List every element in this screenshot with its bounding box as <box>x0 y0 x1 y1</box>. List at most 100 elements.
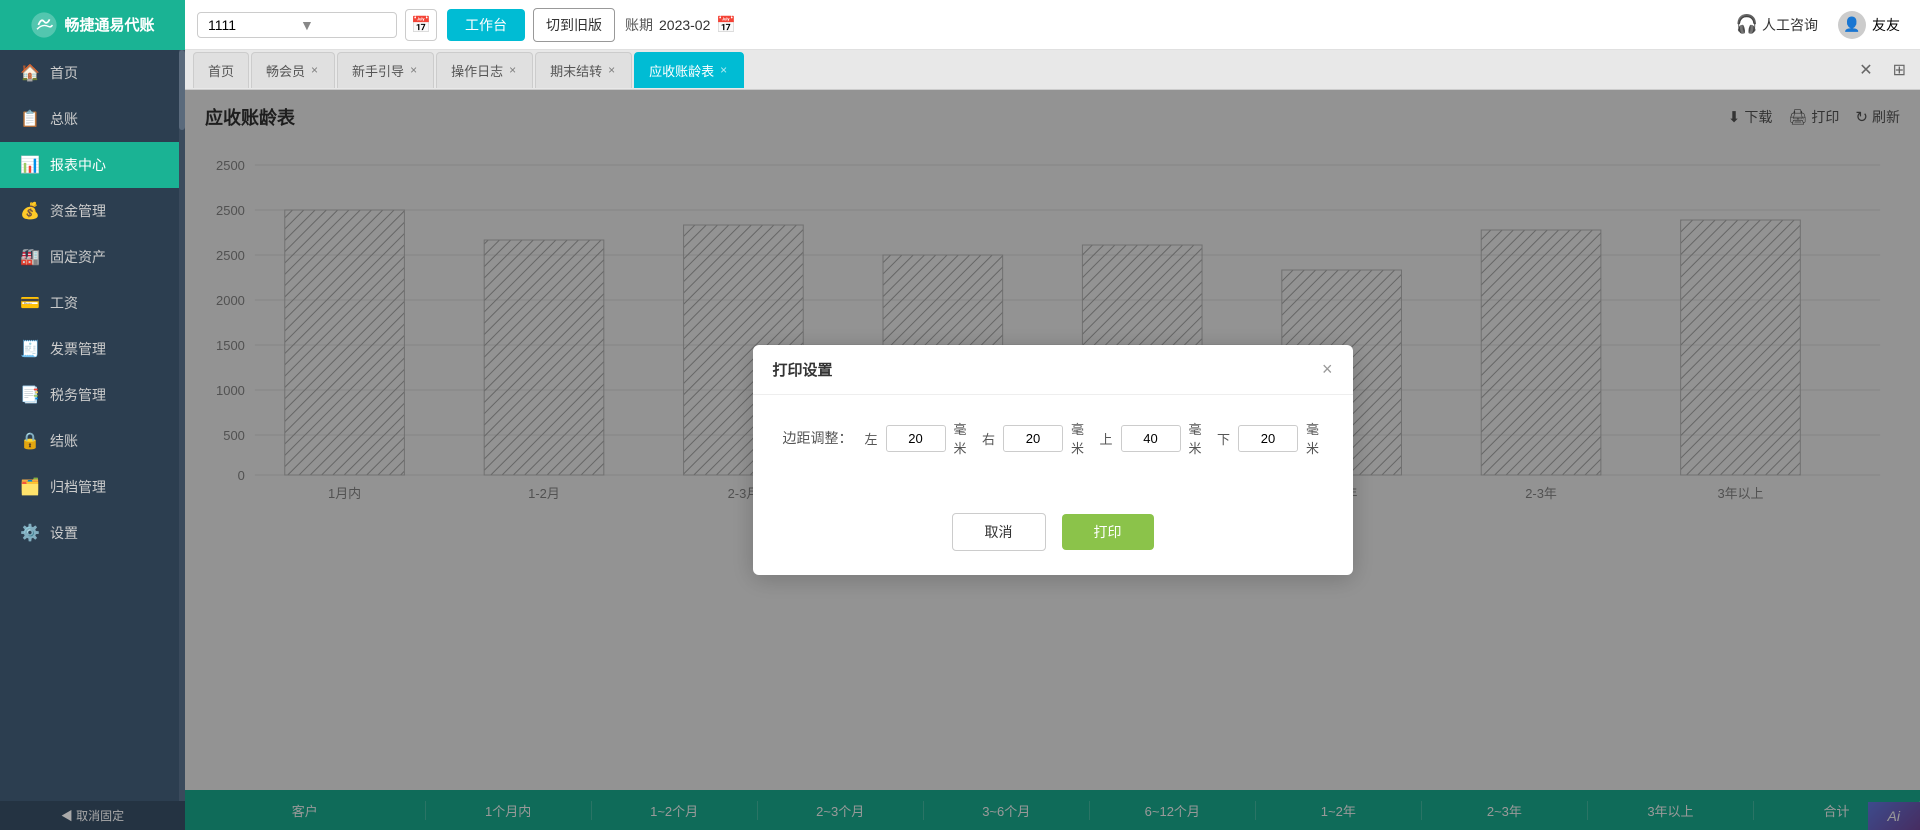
logo: 畅捷通易代账 <box>0 0 185 50</box>
sidebar-collapse-button[interactable]: ◀ 取消固定 <box>0 801 185 830</box>
tab-ar-aging-label: 应收账龄表 <box>649 61 714 80</box>
home-icon: 🏠 <box>20 63 40 83</box>
tab-bar-expand-icon[interactable]: ⊞ <box>1887 58 1912 82</box>
tab-home-label: 首页 <box>208 61 234 80</box>
tab-oplog-label: 操作日志 <box>451 61 503 80</box>
period-value: 2023-02 <box>659 17 710 33</box>
margin-label: 边距调整： <box>783 428 853 448</box>
switch-version-button[interactable]: 切到旧版 <box>533 8 615 42</box>
sidebar-item-label-payroll: 工资 <box>50 293 78 313</box>
print-dialog: 打印设置 × 边距调整： 左 毫米 <box>753 345 1353 575</box>
tab-ar-aging-close[interactable]: × <box>718 63 729 77</box>
sidebar: 🏠 首页 📋 总账 📊 报表中心 💰 资金管理 🏭 固定资产 💳 工资 <box>0 50 185 830</box>
tab-period-end[interactable]: 期末结转 × <box>535 52 632 88</box>
user-area[interactable]: 👤 友友 <box>1838 11 1900 39</box>
chevron-down-icon: ▼ <box>300 17 386 33</box>
sidebar-item-label-settings: 设置 <box>50 523 78 543</box>
funds-icon: 💰 <box>20 201 40 221</box>
top-unit: 毫米 <box>1189 419 1205 457</box>
tab-member-close[interactable]: × <box>309 63 320 77</box>
tab-bar-close-icon[interactable]: ✕ <box>1853 58 1878 82</box>
left-unit: 毫米 <box>954 419 970 457</box>
modal-body: 边距调整： 左 毫米 右 毫米 <box>753 395 1353 497</box>
margin-left-group: 左 毫米 <box>865 419 971 457</box>
sidebar-item-ledger[interactable]: 📋 总账 <box>0 96 185 142</box>
tab-oplog[interactable]: 操作日志 × <box>436 52 533 88</box>
left-margin-input[interactable] <box>886 425 946 452</box>
tab-member[interactable]: 畅会员 × <box>251 52 335 88</box>
user-label: 友友 <box>1872 15 1900 35</box>
modal-title: 打印设置 <box>773 359 833 380</box>
margin-bottom-group: 下 毫米 <box>1217 419 1323 457</box>
consult-button[interactable]: 🎧 人工咨询 <box>1736 14 1818 35</box>
close-accounts-icon: 🔒 <box>20 431 40 451</box>
tab-period-end-close[interactable]: × <box>606 63 617 77</box>
sidebar-item-archive[interactable]: 🗂️ 归档管理 <box>0 464 185 510</box>
reports-icon: 📊 <box>20 155 40 175</box>
calendar-icon[interactable]: 📅 <box>405 9 437 41</box>
tab-oplog-close[interactable]: × <box>507 63 518 77</box>
margin-right-group: 右 毫米 <box>982 419 1088 457</box>
left-label: 左 <box>865 429 878 448</box>
sidebar-item-label-ledger: 总账 <box>50 109 78 129</box>
collapse-label: ◀ 取消固定 <box>61 809 124 823</box>
archive-icon: 🗂️ <box>20 477 40 497</box>
right-unit: 毫米 <box>1071 419 1087 457</box>
payroll-icon: 💳 <box>20 293 40 313</box>
avatar: 👤 <box>1838 11 1866 39</box>
period-calendar-icon[interactable]: 📅 <box>716 15 736 35</box>
tab-member-label: 畅会员 <box>266 61 305 80</box>
tab-home[interactable]: 首页 <box>193 52 249 88</box>
sidebar-item-reports[interactable]: 📊 报表中心 <box>0 142 185 188</box>
margin-top-group: 上 毫米 <box>1100 419 1206 457</box>
workbench-button[interactable]: 工作台 <box>447 9 525 41</box>
sidebar-item-label-invoice: 发票管理 <box>50 339 106 359</box>
tab-bar-actions: ✕ ⊞ <box>1853 58 1912 82</box>
bottom-margin-input[interactable] <box>1238 425 1298 452</box>
sidebar-item-funds[interactable]: 💰 资金管理 <box>0 188 185 234</box>
company-name: 1111 <box>208 17 294 33</box>
headset-icon: 🎧 <box>1736 14 1758 35</box>
sidebar-item-label-home: 首页 <box>50 63 78 83</box>
assets-icon: 🏭 <box>20 247 40 267</box>
page-content: 应收账龄表 ⬇ 下载 🖨 打印 ↻ 刷新 <box>185 90 1920 830</box>
top-label: 上 <box>1100 429 1113 448</box>
sidebar-item-label-close: 结账 <box>50 431 78 451</box>
modal-footer: 取消 打印 <box>753 497 1353 575</box>
modal-header: 打印设置 × <box>753 345 1353 395</box>
modal-close-button[interactable]: × <box>1322 359 1333 380</box>
cancel-button[interactable]: 取消 <box>952 513 1046 551</box>
company-selector[interactable]: 1111 ▼ <box>197 12 397 38</box>
ledger-icon: 📋 <box>20 109 40 129</box>
sidebar-item-invoice[interactable]: 🧾 发票管理 <box>0 326 185 372</box>
sidebar-item-assets[interactable]: 🏭 固定资产 <box>0 234 185 280</box>
tab-ar-aging[interactable]: 应收账龄表 × <box>634 52 744 88</box>
sidebar-item-label-funds: 资金管理 <box>50 201 106 221</box>
top-margin-input[interactable] <box>1121 425 1181 452</box>
sidebar-item-home[interactable]: 🏠 首页 <box>0 50 185 96</box>
tab-bar: 首页 畅会员 × 新手引导 × 操作日志 × 期末结转 × <box>185 50 1920 90</box>
sidebar-item-label-tax: 税务管理 <box>50 385 106 405</box>
sidebar-item-payroll[interactable]: 💳 工资 <box>0 280 185 326</box>
sidebar-item-label-archive: 归档管理 <box>50 477 106 497</box>
tab-guide[interactable]: 新手引导 × <box>337 52 434 88</box>
right-label: 右 <box>982 429 995 448</box>
right-margin-input[interactable] <box>1003 425 1063 452</box>
sidebar-item-tax[interactable]: 📑 税务管理 <box>0 372 185 418</box>
sidebar-item-label-reports: 报表中心 <box>50 155 106 175</box>
logo-text: 畅捷通易代账 <box>64 14 154 35</box>
sidebar-item-close[interactable]: 🔒 结账 <box>0 418 185 464</box>
tab-period-end-label: 期末结转 <box>550 61 602 80</box>
bottom-unit: 毫米 <box>1306 419 1322 457</box>
consult-label: 人工咨询 <box>1762 15 1818 35</box>
tab-guide-label: 新手引导 <box>352 61 404 80</box>
sidebar-item-settings[interactable]: ⚙️ 设置 <box>0 510 185 556</box>
gear-icon: ⚙️ <box>20 523 40 543</box>
modal-overlay: 打印设置 × 边距调整： 左 毫米 <box>185 90 1920 830</box>
period-label: 账期 <box>625 15 653 35</box>
margin-form-row: 边距调整： 左 毫米 右 毫米 <box>783 419 1323 457</box>
confirm-print-button[interactable]: 打印 <box>1062 514 1154 550</box>
sidebar-item-label-assets: 固定资产 <box>50 247 106 267</box>
invoice-icon: 🧾 <box>20 339 40 359</box>
tab-guide-close[interactable]: × <box>408 63 419 77</box>
